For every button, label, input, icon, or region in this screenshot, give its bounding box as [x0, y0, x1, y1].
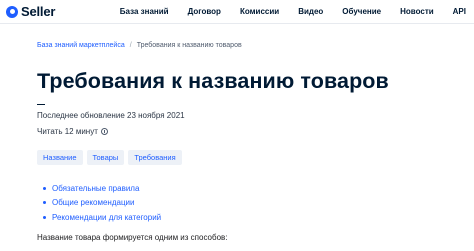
top-navigation-bar: Seller База знаний Договор Комиссии Виде…: [0, 0, 474, 24]
toc-link-mandatory-rules[interactable]: Обязательные правила: [52, 184, 139, 193]
logo-icon: [6, 5, 18, 18]
seller-logo[interactable]: Seller: [6, 4, 55, 19]
nav-item-training[interactable]: Обучение: [342, 7, 381, 16]
breadcrumb-current: Требования к названию товаров: [136, 42, 242, 49]
logo-text: Seller: [21, 4, 56, 19]
tag-products[interactable]: Товары: [86, 150, 125, 165]
nav-item-news[interactable]: Новости: [400, 7, 434, 16]
bullet-icon: [43, 215, 46, 219]
bullet-icon: [43, 201, 46, 205]
clock-icon: [100, 128, 108, 135]
breadcrumb: База знаний маркетплейса / Требования к …: [37, 42, 474, 49]
read-time: Читать 12 минут: [37, 127, 474, 136]
toc-item: Общие рекомендации: [43, 196, 474, 211]
nav-item-video[interactable]: Видео: [298, 7, 323, 16]
article-content: База знаний маркетплейса / Требования к …: [0, 42, 474, 242]
nav-item-knowledge-base[interactable]: База знаний: [120, 7, 169, 16]
tag-name[interactable]: Название: [37, 150, 83, 165]
nav-item-api[interactable]: API: [453, 7, 466, 16]
toc-link-category-recommendations[interactable]: Рекомендации для категорий: [52, 213, 161, 222]
breadcrumb-separator: /: [129, 42, 132, 49]
title-divider: [37, 104, 45, 105]
tag-list: Название Товары Требования: [37, 150, 474, 165]
toc-item: Рекомендации для категорий: [43, 210, 474, 225]
toc-item: Обязательные правила: [43, 181, 474, 196]
bullet-icon: [43, 186, 46, 190]
toc-link-general-recommendations[interactable]: Общие рекомендации: [52, 198, 134, 207]
nav-item-commissions[interactable]: Комиссии: [240, 7, 279, 16]
breadcrumb-link-knowledge-base[interactable]: База знаний маркетплейса: [37, 42, 125, 49]
main-nav: База знаний Договор Комиссии Видео Обуче…: [120, 7, 466, 16]
nav-item-contract[interactable]: Договор: [188, 7, 221, 16]
intro-paragraph: Название товара формируется одним из спо…: [37, 232, 228, 242]
last-updated: Последнее обновление 23 ноября 2021: [37, 111, 185, 120]
tag-requirements[interactable]: Требования: [128, 150, 182, 165]
page-title: Требования к названию товаров: [37, 69, 389, 93]
read-time-text: Читать 12 минут: [37, 127, 98, 136]
table-of-contents: Обязательные правила Общие рекомендации …: [37, 181, 474, 225]
